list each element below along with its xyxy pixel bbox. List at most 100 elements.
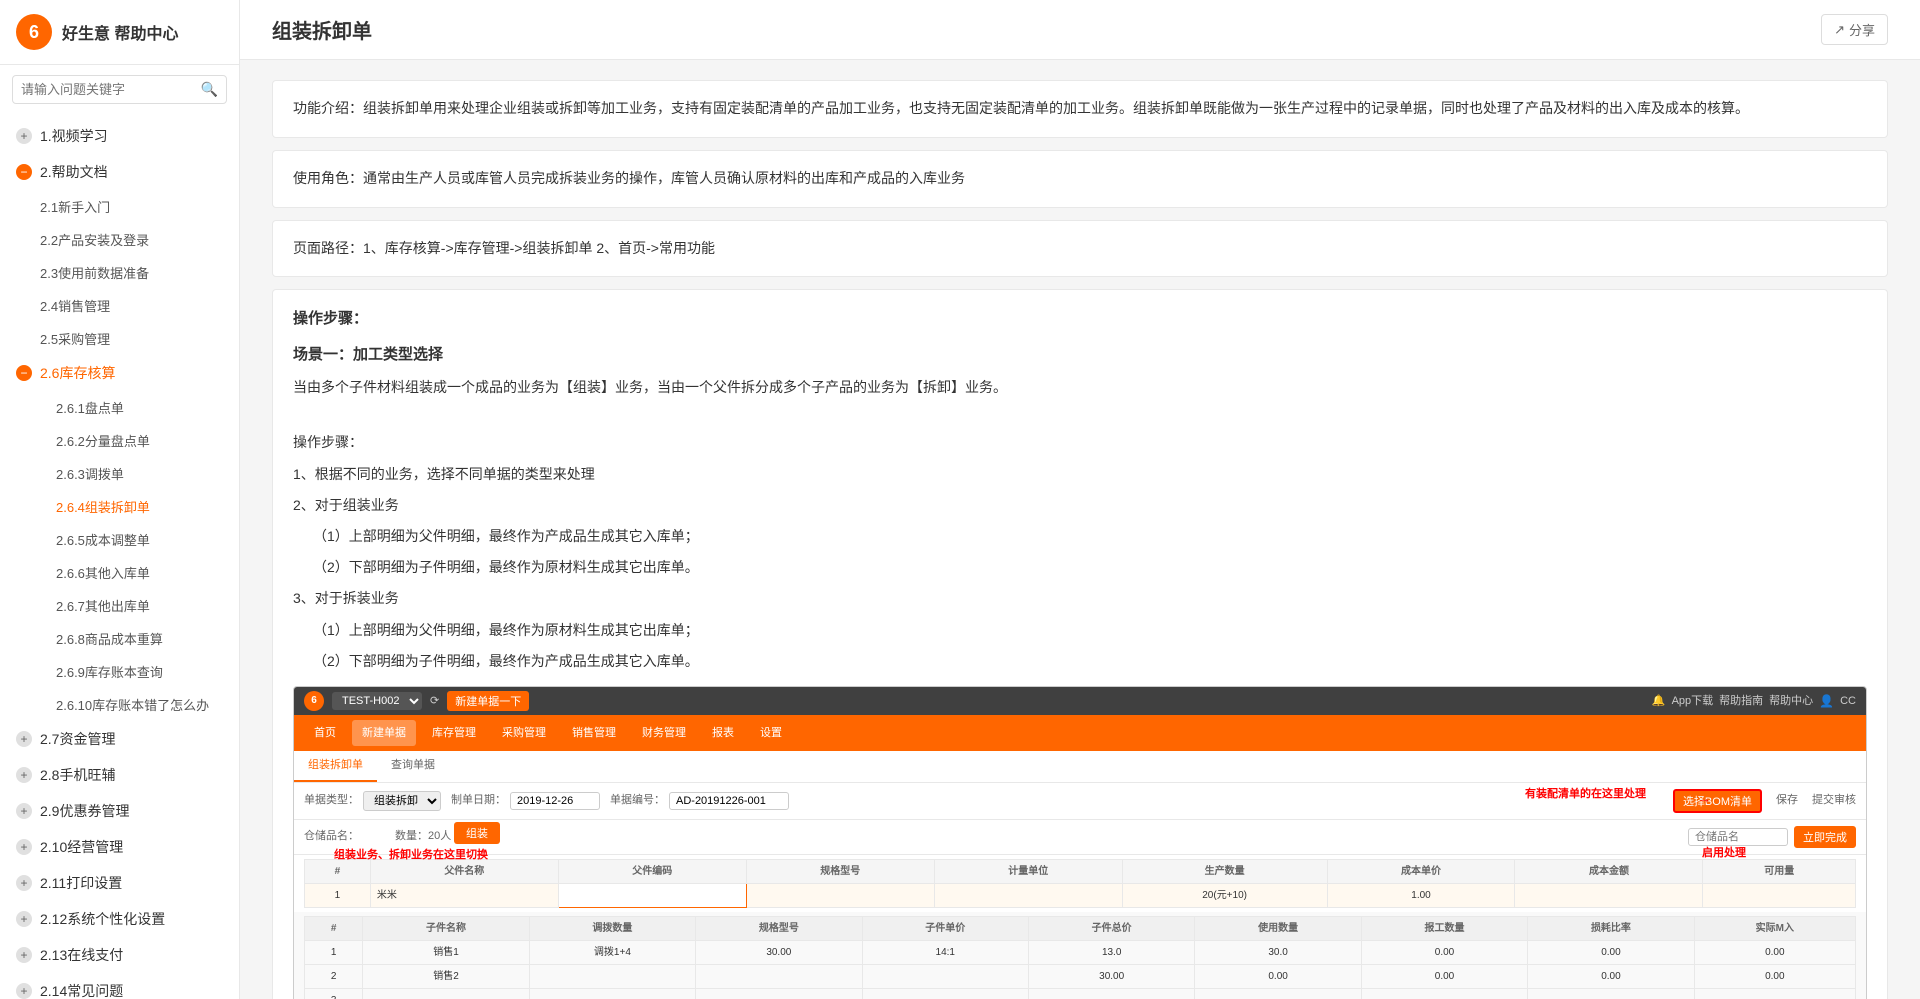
sidebar-item-cost-recalc[interactable]: 2.6.8商品成本重算 — [0, 622, 239, 655]
sidebar-item-assembly[interactable]: 2.6.4组装拆卸单 — [0, 490, 239, 523]
sidebar-item-install[interactable]: 2.2产品安装及登录 — [0, 223, 239, 256]
step2-sub1: （1）上部明细为父件明细，最终作为产成品生成其它入库单； — [313, 524, 1867, 549]
ss-type-area: 仓储品名： 数量：20人 立即完成 组装 — [294, 820, 1866, 855]
ss-cell-prod-qty: 20(元+10) — [1122, 883, 1327, 907]
ss-tab-other[interactable]: 查询单据 — [377, 751, 449, 782]
search-box[interactable]: 🔍 — [12, 75, 227, 104]
step2: 2、对于组装业务 — [293, 493, 1867, 518]
sidebar-item-print[interactable]: + 2.11打印设置 — [0, 865, 239, 901]
sidebar-item-cost-adj[interactable]: 2.6.5成本调整单 — [0, 523, 239, 556]
ops-title: 操作步骤： — [293, 306, 1867, 332]
ss-new-bill-btn[interactable]: 新建单据一下 — [447, 691, 529, 711]
sidebar-item-label: 2.8手机旺辅 — [40, 765, 115, 785]
step1: 1、根据不同的业务，选择不同单据的类型来处理 — [293, 462, 1867, 487]
nav-section: + 1.视频学习 − 2.帮助文档 2.1新手入门 2.2产品安装及登录 2.3… — [0, 114, 239, 999]
table-row: 3 — [305, 988, 1856, 999]
path-card: 页面路径：1、库存核算->库存管理->组装拆卸单 2、首页->常用功能 — [272, 220, 1888, 278]
sidebar-item-newbie[interactable]: 2.1新手入门 — [0, 190, 239, 223]
sidebar-item-transfer[interactable]: 2.6.3调拨单 — [0, 457, 239, 490]
ss-refresh-icon: ⟳ — [430, 692, 439, 711]
ss-sub-col-total: 子件总价 — [1028, 916, 1194, 940]
ss-type-toggle-area: 组装 — [454, 822, 500, 844]
sidebar-item-other-in[interactable]: 2.6.6其他入库单 — [0, 556, 239, 589]
table-row: 1 销售1 调拨1+4 30.00 14:1 13.0 30.0 0.00 0.… — [305, 940, 1856, 964]
sidebar-item-sales[interactable]: 2.4销售管理 — [0, 289, 239, 322]
ss-date-field: 制单日期： — [451, 791, 600, 810]
sidebar-item-faq[interactable]: + 2.14常见问题 — [0, 973, 239, 999]
ss-help-link[interactable]: 帮助中心 — [1769, 692, 1813, 711]
sidebar-item-coupon[interactable]: + 2.9优惠券管理 — [0, 793, 239, 829]
ss-cell-code[interactable] — [558, 883, 746, 907]
ss-nav-purchase[interactable]: 采购管理 — [492, 720, 556, 747]
sidebar-item-personalize[interactable]: + 2.12系统个性化设置 — [0, 901, 239, 937]
sidebar-item-finance[interactable]: + 2.7资金管理 — [0, 721, 239, 757]
ss-avatar-icon: 👤 — [1819, 691, 1834, 711]
sidebar-item-video[interactable]: + 1.视频学习 — [0, 118, 239, 154]
sidebar-item-data[interactable]: 2.3使用前数据准备 — [0, 256, 239, 289]
role-card: 使用角色：通常由生产人员或库管人员完成拆装业务的操作，库管人员确认原材料的出库和… — [272, 150, 1888, 208]
ss-nav-home[interactable]: 首页 — [304, 720, 346, 747]
sidebar-item-ledger-query[interactable]: 2.6.9库存账本查询 — [0, 655, 239, 688]
sidebar-item-mobile[interactable]: + 2.8手机旺辅 — [0, 757, 239, 793]
sidebar-item-partial-stocktake[interactable]: 2.6.2分量盘点单 — [0, 424, 239, 457]
ss-cell-avail — [1703, 883, 1856, 907]
ss-app-link[interactable]: App下载 — [1672, 692, 1714, 711]
brand-name: 好生意 帮助中心 — [62, 20, 178, 44]
ss-nav-settings[interactable]: 设置 — [750, 720, 792, 747]
logo-icon: 6 — [16, 14, 52, 50]
share-button[interactable]: ↗ 分享 — [1821, 14, 1888, 45]
ss-type-select[interactable]: 组装拆卸 — [363, 791, 441, 811]
ss-nav-inventory[interactable]: 库存管理 — [422, 720, 486, 747]
sidebar-item-label: 2.13在线支付 — [40, 945, 123, 965]
ss-sub-table: # 子件名称 调拨数量 规格型号 子件单价 子件总价 使用数量 报工数量 损耗比… — [304, 916, 1856, 999]
ss-nav: 首页 新建单据 库存管理 采购管理 销售管理 财务管理 报表 设置 — [294, 715, 1866, 751]
step3-sub1: （1）上部明细为父件明细，最终作为原材料生成其它出库单； — [313, 618, 1867, 643]
expand-icon5: + — [16, 839, 32, 855]
expand-icon4: + — [16, 803, 32, 819]
ss-col-cost-price: 成本单价 — [1327, 859, 1515, 883]
ss-sub-table-area: # 子件名称 调拨数量 规格型号 子件单价 子件总价 使用数量 报工数量 损耗比… — [294, 912, 1866, 999]
search-input[interactable] — [21, 82, 201, 97]
ss-confirm-btn[interactable]: 立即完成 — [1794, 826, 1856, 848]
sidebar-item-payment[interactable]: + 2.13在线支付 — [0, 937, 239, 973]
sidebar-item-label: 2.10经营管理 — [40, 837, 123, 857]
ss-sub-col-loss: 损耗比率 — [1528, 916, 1694, 940]
ss-nav-new-bill[interactable]: 新建单据 — [352, 720, 416, 747]
ss-user-label: CC — [1840, 692, 1856, 711]
sidebar-item-label: 2.6库存核算 — [40, 363, 115, 383]
sidebar-item-label: 2.12系统个性化设置 — [40, 909, 165, 929]
ss-num-input[interactable] — [669, 792, 789, 810]
expand-icon9: + — [16, 983, 32, 999]
ss-type-toggle-btn[interactable]: 组装 — [454, 822, 500, 844]
ss-date-input[interactable] — [510, 792, 600, 810]
ss-company-select[interactable]: TEST-H002 — [332, 692, 422, 710]
ss-guide-link[interactable]: 帮助指南 — [1719, 692, 1763, 711]
sidebar-item-help[interactable]: − 2.帮助文档 — [0, 154, 239, 190]
ss-submit-btn[interactable]: 提交审核 — [1812, 791, 1856, 810]
sidebar-item-inventory[interactable]: − 2.6库存核算 — [0, 355, 239, 391]
sidebar-item-purchase[interactable]: 2.5采购管理 — [0, 322, 239, 355]
ss-cell-name: 米米 — [370, 883, 558, 907]
ss-cell-cost-a — [1515, 883, 1703, 907]
sidebar-item-ledger-fix[interactable]: 2.6.10库存账本错了怎么办 — [0, 688, 239, 721]
main-header: 组装拆卸单 ↗ 分享 — [240, 0, 1920, 60]
ss-col-parent-code: 父件编码 — [558, 859, 746, 883]
search-icon: 🔍 — [201, 81, 218, 98]
ss-sub-col-num: # — [305, 916, 363, 940]
ss-type-field: 单据类型： 组装拆卸 — [304, 791, 441, 811]
ss-save-btn[interactable]: 保存 — [1776, 791, 1798, 810]
ss-nav-report[interactable]: 报表 — [702, 720, 744, 747]
ss-num-field: 单据编号： — [610, 791, 789, 810]
ss-logo: 6 — [304, 691, 324, 711]
callout-bom-arrow: → — [1697, 787, 1711, 811]
ss-nav-finance[interactable]: 财务管理 — [632, 720, 696, 747]
sidebar-item-ops[interactable]: + 2.10经营管理 — [0, 829, 239, 865]
ss-bom-btn[interactable]: 选择BOM清单 — [1673, 789, 1762, 813]
ss-sub-col-transfer: 调拨数量 — [529, 916, 695, 940]
screenshot-container: 6 TEST-H002 ⟳ 新建单据一下 🔔 App下载 帮助指南 帮助中心 👤 — [293, 686, 1867, 999]
ss-tab-assembly[interactable]: 组装拆卸单 — [294, 751, 377, 782]
ss-nav-sales[interactable]: 销售管理 — [562, 720, 626, 747]
sidebar-item-other-out[interactable]: 2.6.7其他出库单 — [0, 589, 239, 622]
ss-qty-label: 数量：20人 — [395, 827, 451, 846]
sidebar-item-stocktake[interactable]: 2.6.1盘点单 — [0, 391, 239, 424]
